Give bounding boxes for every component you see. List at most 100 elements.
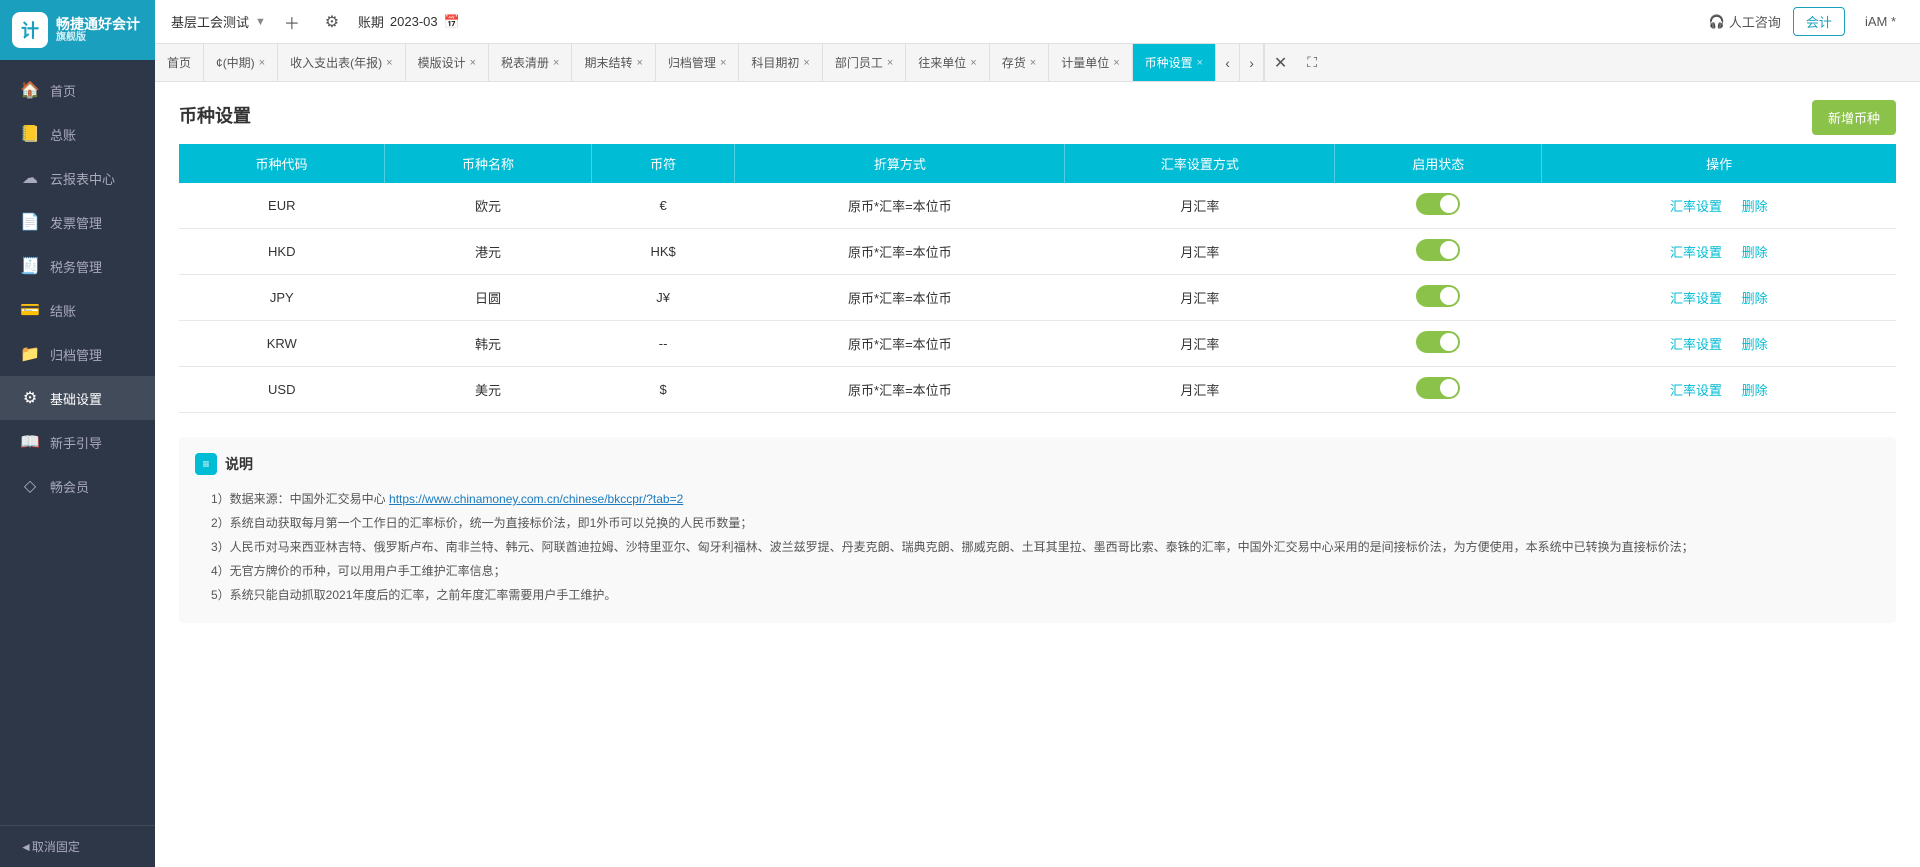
cell-status[interactable] xyxy=(1335,321,1542,367)
calendar-icon[interactable]: 📅 xyxy=(444,14,460,30)
tab-template[interactable]: 模版设计 × xyxy=(406,44,489,81)
tab-close-all-button[interactable]: ✕ xyxy=(1264,44,1296,82)
sidebar-item-archive[interactable]: 📁 归档管理 xyxy=(0,332,155,376)
sidebar-item-checkout[interactable]: 💳 结账 xyxy=(0,288,155,332)
guide-icon: 📖 xyxy=(20,432,40,452)
sidebar-item-guide[interactable]: 📖 新手引导 xyxy=(0,420,155,464)
tab-expand-button[interactable]: ⛶ xyxy=(1296,44,1328,82)
tab-units[interactable]: 往来单位 × xyxy=(906,44,989,81)
cell-status[interactable] xyxy=(1335,275,1542,321)
tab-staff-close[interactable]: × xyxy=(887,57,893,69)
delete-link[interactable]: 删除 xyxy=(1742,291,1768,306)
delete-link[interactable]: 删除 xyxy=(1742,383,1768,398)
cell-calc: 原币*汇率=本位币 xyxy=(735,183,1065,229)
note-item: 2）系统自动获取每月第一个工作日的汇率标价，统一为直接标价法，即1外币可以兑换的… xyxy=(211,511,1880,535)
tab-filing[interactable]: 归档管理 × xyxy=(656,44,739,81)
cell-name: 韩元 xyxy=(385,321,592,367)
toggle-switch[interactable] xyxy=(1416,193,1460,215)
sidebar-pin-toggle[interactable]: ◄取消固定 xyxy=(0,825,155,867)
settings-gear-button[interactable]: ⚙ xyxy=(318,8,346,36)
note-item: 3）人民币对马来西亚林吉特、俄罗斯卢布、南非兰特、韩元、阿联酋迪拉姆、沙特里亚尔… xyxy=(211,535,1880,559)
cell-action: 汇率设置 删除 xyxy=(1542,229,1896,275)
note-section: ≡ 说明 1）数据来源：中国外汇交易中心 https://www.chinamo… xyxy=(179,437,1896,623)
settings-icon: ⚙ xyxy=(20,388,40,408)
tab-filing-close[interactable]: × xyxy=(720,57,726,69)
sidebar-label-guide: 新手引导 xyxy=(50,433,102,452)
add-project-button[interactable]: ＋ xyxy=(278,8,306,36)
toggle-switch[interactable] xyxy=(1416,377,1460,399)
col-action: 操作 xyxy=(1542,144,1896,183)
toggle-knob xyxy=(1440,195,1458,213)
tab-income[interactable]: 收入支出表(年报) × xyxy=(278,44,405,81)
sidebar-item-reports[interactable]: ☁ 云报表中心 xyxy=(0,156,155,200)
sidebar-item-invoice[interactable]: 📄 发票管理 xyxy=(0,200,155,244)
tab-period-end-close[interactable]: × xyxy=(636,57,642,69)
tab-subjects[interactable]: 科目期初 × xyxy=(739,44,822,81)
tab-period-close[interactable]: × xyxy=(259,57,265,69)
tab-measure-close[interactable]: × xyxy=(1113,57,1119,69)
tab-units-close[interactable]: × xyxy=(970,57,976,69)
rate-setting-link[interactable]: 汇率设置 xyxy=(1670,245,1722,260)
tab-next-button[interactable]: › xyxy=(1240,44,1264,82)
tab-filing-label: 归档管理 xyxy=(668,54,716,71)
headset-icon: 🎧 xyxy=(1709,14,1725,30)
account-button[interactable]: 会计 xyxy=(1793,7,1845,36)
cell-status[interactable] xyxy=(1335,229,1542,275)
col-calc: 折算方式 xyxy=(735,144,1065,183)
toggle-switch[interactable] xyxy=(1416,331,1460,353)
rate-setting-link[interactable]: 汇率设置 xyxy=(1670,383,1722,398)
tab-period[interactable]: ¢(中期) × xyxy=(204,44,278,81)
sidebar-item-home[interactable]: 🏠 首页 xyxy=(0,68,155,112)
topbar: 基层工会测试 ▼ ＋ ⚙ 账期 2023-03 📅 🎧 人工咨询 会计 iAM … xyxy=(155,0,1920,44)
sidebar-label-checkout: 结账 xyxy=(50,301,76,320)
new-currency-button[interactable]: 新增币种 xyxy=(1812,100,1896,135)
note-link[interactable]: https://www.chinamoney.com.cn/chinese/bk… xyxy=(389,492,683,506)
rate-setting-link[interactable]: 汇率设置 xyxy=(1670,291,1722,306)
toggle-switch[interactable] xyxy=(1416,285,1460,307)
cell-rate-type: 月汇率 xyxy=(1065,367,1335,413)
cell-rate-type: 月汇率 xyxy=(1065,229,1335,275)
tab-tax[interactable]: 税表清册 × xyxy=(489,44,572,81)
tab-home[interactable]: 首页 xyxy=(155,44,204,81)
tab-period-end[interactable]: 期末结转 × xyxy=(572,44,655,81)
toggle-switch[interactable] xyxy=(1416,239,1460,261)
cell-name: 日圆 xyxy=(385,275,592,321)
checkout-icon: 💳 xyxy=(20,300,40,320)
project-selector[interactable]: 基层工会测试 ▼ xyxy=(171,12,266,31)
sidebar-item-member[interactable]: ◇ 畅会员 xyxy=(0,464,155,508)
app-name: 畅捷通好会计 xyxy=(56,16,140,33)
table-row: EUR 欧元 € 原币*汇率=本位币 月汇率 汇率设置 删除 xyxy=(179,183,1896,229)
tab-staff[interactable]: 部门员工 × xyxy=(823,44,906,81)
delete-link[interactable]: 删除 xyxy=(1742,337,1768,352)
rate-setting-link[interactable]: 汇率设置 xyxy=(1670,199,1722,214)
cell-name: 欧元 xyxy=(385,183,592,229)
cell-rate-type: 月汇率 xyxy=(1065,275,1335,321)
delete-link[interactable]: 删除 xyxy=(1742,245,1768,260)
tab-tax-close[interactable]: × xyxy=(553,57,559,69)
sidebar-label-ledger: 总账 xyxy=(50,125,76,144)
cell-status[interactable] xyxy=(1335,183,1542,229)
sidebar-item-settings[interactable]: ⚙ 基础设置 xyxy=(0,376,155,420)
tab-inventory[interactable]: 存货 × xyxy=(990,44,1049,81)
tab-subjects-close[interactable]: × xyxy=(803,57,809,69)
tab-currency-close[interactable]: × xyxy=(1197,57,1203,69)
currency-table: 币种代码 币种名称 币符 折算方式 汇率设置方式 启用状态 操作 EUR 欧元 … xyxy=(179,144,1896,413)
tab-inventory-label: 存货 xyxy=(1002,54,1026,71)
sidebar-item-ledger[interactable]: 📒 总账 xyxy=(0,112,155,156)
tab-measure[interactable]: 计量单位 × xyxy=(1049,44,1132,81)
tab-template-close[interactable]: × xyxy=(470,57,476,69)
tab-prev-button[interactable]: ‹ xyxy=(1216,44,1240,82)
rate-setting-link[interactable]: 汇率设置 xyxy=(1670,337,1722,352)
delete-link[interactable]: 删除 xyxy=(1742,199,1768,214)
tab-inventory-close[interactable]: × xyxy=(1030,57,1036,69)
cell-status[interactable] xyxy=(1335,367,1542,413)
cell-calc: 原币*汇率=本位币 xyxy=(735,321,1065,367)
tab-income-close[interactable]: × xyxy=(386,57,392,69)
cell-calc: 原币*汇率=本位币 xyxy=(735,229,1065,275)
sidebar-item-tax[interactable]: 🧾 税务管理 xyxy=(0,244,155,288)
cell-rate-type: 月汇率 xyxy=(1065,321,1335,367)
help-button[interactable]: 🎧 人工咨询 xyxy=(1709,12,1781,31)
tab-currency[interactable]: 币种设置 × xyxy=(1133,44,1216,81)
cell-calc: 原币*汇率=本位币 xyxy=(735,367,1065,413)
tab-tax-label: 税表清册 xyxy=(501,54,549,71)
